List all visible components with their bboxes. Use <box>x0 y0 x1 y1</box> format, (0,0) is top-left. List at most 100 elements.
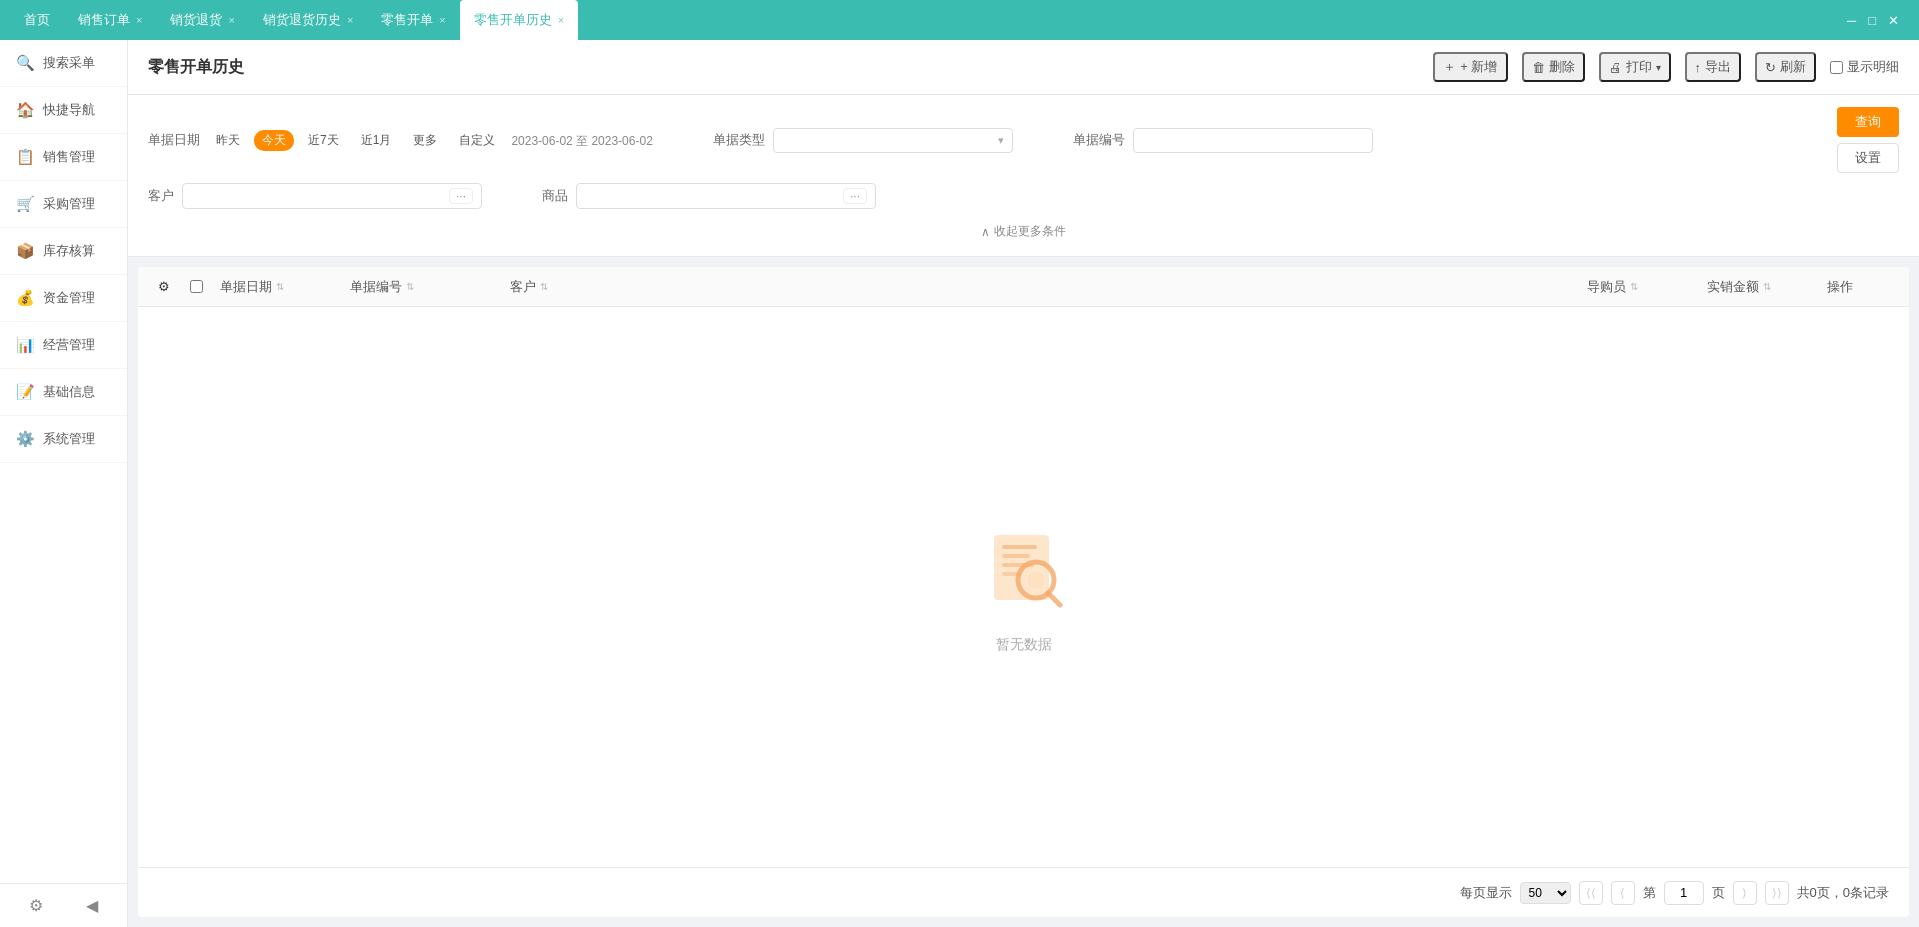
sidebar-item-system[interactable]: ⚙️系统管理 <box>0 416 127 463</box>
col-header-guide[interactable]: 导购员 ⇅ <box>1579 278 1699 296</box>
sidebar-item-search[interactable]: 🔍搜索采单 <box>0 40 127 87</box>
goods-input[interactable]: ··· <box>576 183 876 209</box>
display-detail-input[interactable] <box>1830 61 1843 74</box>
nav-tab-sales-return[interactable]: 销货退货× <box>156 0 248 40</box>
settings-button[interactable]: 设置 <box>1837 143 1899 173</box>
print-icon: 🖨 <box>1609 60 1622 75</box>
nav-tab-retail-open[interactable]: 零售开单× <box>367 0 459 40</box>
doc-type-label: 单据类型 <box>713 131 765 149</box>
tab-close-retail-open[interactable]: × <box>439 14 445 26</box>
tab-close-sales-order[interactable]: × <box>136 14 142 26</box>
customer-dots-icon[interactable]: ··· <box>449 188 473 204</box>
refresh-button[interactable]: ↻ 刷新 <box>1755 52 1816 82</box>
sidebar-label-sales-mgmt: 销售管理 <box>43 148 95 166</box>
collapse-row[interactable]: ∧ 收起更多条件 <box>148 219 1899 244</box>
date-option-last-month[interactable]: 近1月 <box>353 130 400 151</box>
date-option-custom[interactable]: 自定义 <box>451 130 503 151</box>
prev-page-button[interactable]: ⟨ <box>1611 881 1635 905</box>
date-options: 昨天今天近7天近1月更多自定义 <box>208 130 503 151</box>
sidebar-icon-business: 📊 <box>16 336 35 354</box>
display-detail-checkbox[interactable]: 显示明细 <box>1830 58 1899 76</box>
date-label: 单据日期 <box>148 131 200 149</box>
sidebar-label-business: 经营管理 <box>43 336 95 354</box>
date-option-more[interactable]: 更多 <box>405 130 445 151</box>
tab-close-retail-history[interactable]: × <box>558 14 564 26</box>
select-all-checkbox[interactable] <box>190 280 203 293</box>
empty-illustration <box>974 520 1074 620</box>
table-header: ⚙ 单据日期 ⇅ 单据编号 ⇅ 客户 ⇅ 导购员 ⇅ <box>138 267 1909 307</box>
date-option-today[interactable]: 今天 <box>254 130 294 151</box>
sidebar-icon-sales-mgmt: 📋 <box>16 148 35 166</box>
svg-rect-2 <box>1002 554 1030 558</box>
main-layout: 🔍搜索采单🏠快捷导航 📋 销售管理 🛒采购管理📦库存核算💰资金管理 📊 经营管理 📝基础信息… <box>0 40 1919 927</box>
col-header-amount[interactable]: 实销金额 ⇅ <box>1699 278 1819 296</box>
table-select-all[interactable] <box>180 280 212 293</box>
doc-type-select[interactable]: ▾ <box>773 128 1013 153</box>
table-area: ⚙ 单据日期 ⇅ 单据编号 ⇅ 客户 ⇅ 导购员 ⇅ <box>138 267 1909 917</box>
print-arrow-icon: ▾ <box>1656 62 1661 73</box>
last-page-button[interactable]: ⟩⟩ <box>1765 881 1789 905</box>
doc-type-filter: 单据类型 ▾ <box>713 128 1013 153</box>
collapse-sidebar-icon[interactable]: ◀ <box>86 896 98 915</box>
sidebar-item-sales-mgmt[interactable]: 📋 销售管理 <box>0 134 127 181</box>
col-header-date[interactable]: 单据日期 ⇅ <box>212 278 342 296</box>
settings-gear-icon[interactable]: ⚙ <box>29 896 43 915</box>
sidebar-item-purchase-mgmt[interactable]: 🛒采购管理 <box>0 181 127 228</box>
goods-filter: 商品 ··· <box>542 183 876 209</box>
sidebar-icon-purchase-mgmt: 🛒 <box>16 195 35 213</box>
query-button[interactable]: 查询 <box>1837 107 1899 137</box>
next-page-button[interactable]: ⟩ <box>1733 881 1757 905</box>
col-header-num[interactable]: 单据编号 ⇅ <box>342 278 502 296</box>
page-header: 零售开单历史 ＋ + 新增 🗑 删除 🖨 打印 ▾ <box>128 40 1919 95</box>
page-input[interactable] <box>1664 881 1704 905</box>
add-icon: ＋ <box>1443 58 1456 76</box>
svg-line-6 <box>1048 593 1060 605</box>
date-sort-icon: ⇅ <box>276 281 284 292</box>
date-option-last7[interactable]: 近7天 <box>300 130 347 151</box>
delete-button[interactable]: 🗑 删除 <box>1522 52 1585 82</box>
customer-sort-icon: ⇅ <box>540 281 548 292</box>
tab-close-sales-return-history[interactable]: × <box>347 14 353 26</box>
nav-tab-home[interactable]: 首页 <box>10 0 64 40</box>
col-header-customer[interactable]: 客户 ⇅ <box>502 278 1579 296</box>
table-settings-icon[interactable]: ⚙ <box>148 279 180 294</box>
sidebar-item-base-info[interactable]: 📝基础信息 <box>0 369 127 416</box>
action-buttons: 查询 设置 <box>1837 107 1899 173</box>
svg-rect-1 <box>1002 545 1037 549</box>
guide-sort-icon: ⇅ <box>1630 281 1638 292</box>
add-button[interactable]: ＋ + 新增 <box>1433 52 1507 82</box>
customer-label: 客户 <box>148 187 174 205</box>
per-page-select[interactable]: 50 100 200 <box>1520 882 1571 904</box>
date-option-yesterday[interactable]: 昨天 <box>208 130 248 151</box>
first-page-button[interactable]: ⟨⟨ <box>1579 881 1603 905</box>
nav-tab-retail-history[interactable]: 零售开单历史× <box>460 0 578 40</box>
sidebar-item-inventory[interactable]: 📦库存核算 <box>0 228 127 275</box>
goods-dots-icon[interactable]: ··· <box>843 188 867 204</box>
close-button[interactable]: ✕ <box>1888 13 1899 28</box>
export-button[interactable]: ↑ 导出 <box>1685 52 1742 82</box>
doc-type-arrow-icon: ▾ <box>998 134 1004 147</box>
customer-input[interactable]: ··· <box>182 183 482 209</box>
page-title: 零售开单历史 <box>148 57 244 78</box>
nav-tab-sales-return-history[interactable]: 销货退货历史× <box>249 0 367 40</box>
sidebar-icon-base-info: 📝 <box>16 383 35 401</box>
tab-close-sales-return[interactable]: × <box>228 14 234 26</box>
export-icon: ↑ <box>1695 60 1702 75</box>
sidebar-item-business[interactable]: 📊 经营管理 <box>0 322 127 369</box>
col-header-action: 操作 <box>1819 278 1899 296</box>
sidebar-item-quick-nav[interactable]: 🏠快捷导航 <box>0 87 127 134</box>
date-filter-group: 单据日期 昨天今天近7天近1月更多自定义 2023-06-02 至 2023-0… <box>148 130 653 151</box>
page-title-bar: 零售开单历史 ＋ + 新增 🗑 删除 🖨 打印 ▾ <box>148 52 1899 82</box>
empty-text: 暂无数据 <box>996 636 1052 654</box>
nav-tab-sales-order[interactable]: 销售订单× <box>64 0 156 40</box>
delete-icon: 🗑 <box>1532 60 1545 75</box>
filter-row-2: 客户 ··· 商品 ··· <box>148 183 1899 209</box>
sidebar-item-finance[interactable]: 💰资金管理 <box>0 275 127 322</box>
content-area: 零售开单历史 ＋ + 新增 🗑 删除 🖨 打印 ▾ <box>128 40 1919 927</box>
doc-num-input[interactable] <box>1133 128 1373 153</box>
top-navigation: 首页销售订单×销货退货×销货退货历史×零售开单×零售开单历史× ─ □ ✕ <box>0 0 1919 40</box>
print-button[interactable]: 🖨 打印 ▾ <box>1599 52 1671 82</box>
minimize-button[interactable]: ─ <box>1847 13 1856 28</box>
sidebar-label-finance: 资金管理 <box>43 289 95 307</box>
maximize-button[interactable]: □ <box>1868 13 1876 28</box>
